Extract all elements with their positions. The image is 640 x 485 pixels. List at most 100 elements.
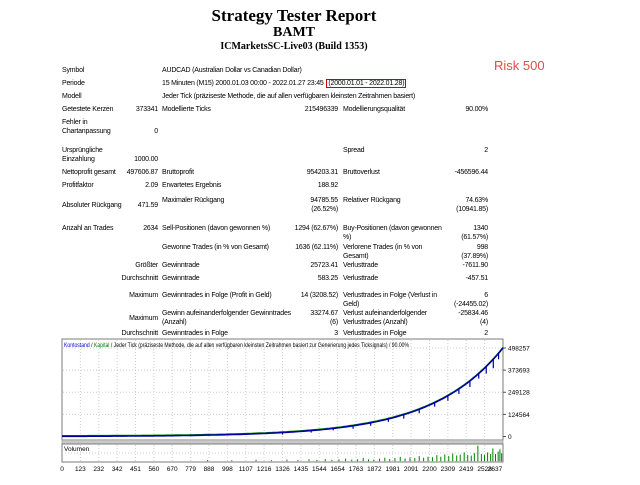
svg-text:232: 232 [93, 466, 104, 473]
svg-text:1981: 1981 [386, 466, 401, 473]
report-row: Ursprüngliche Einzahlung 1000.00 Spread … [62, 146, 488, 164]
cell-value: 2 [484, 147, 488, 154]
cell-label: Verlust aufeinanderfolgender Verlusttrad… [343, 310, 427, 326]
cell-label: Verlorene Trades (in % von Gesamt) [343, 244, 423, 260]
cell-label: Periode [62, 80, 85, 87]
cell-value: 583.25 [317, 275, 338, 282]
cell-value: 14 (3208.52) [300, 292, 338, 299]
cell-value: 1294 (62.67%) [294, 225, 339, 232]
report-row: Durchschnitt Gewinntrade 583.25 Verlustt… [62, 274, 488, 287]
report-row: Maximum Gewinn aufeinanderfolgender Gewi… [62, 309, 488, 327]
cell-value: 6 (-24455.02) [454, 292, 488, 308]
cell-value: 471.59 [137, 201, 158, 209]
svg-text:0: 0 [60, 466, 64, 473]
cell-value: 2634 [143, 225, 158, 232]
report-statistics-rows: Getestete Kerzen 373341 Modellierte Tick… [62, 105, 488, 342]
svg-text:998: 998 [222, 466, 233, 473]
svg-text:1326: 1326 [275, 466, 290, 473]
risk-note: Risk 500 [494, 58, 545, 73]
report-row-modell: Modell Jeder Tick (präziseste Methode, d… [62, 92, 488, 105]
ea-name: BAMT [273, 25, 315, 40]
cell-label: Gewinn aufeinanderfolgender Gewinntrades… [162, 310, 291, 326]
svg-text:560: 560 [148, 466, 159, 473]
cell-value: Maximum [129, 292, 158, 299]
svg-text:2419: 2419 [459, 466, 474, 473]
report-row: Größter Gewinntrade 25723.41 Verlusttrad… [62, 261, 488, 274]
cell-label: Verlusttrade [343, 262, 378, 269]
cell-value: 497606.87 [126, 169, 158, 176]
svg-text:888: 888 [204, 466, 215, 473]
report-row-periode: Periode 15 Minuten (M15) 2000.01.03 00:0… [62, 79, 488, 92]
server-info: ICMarketsSC-Live03 (Build 1353) [220, 41, 368, 52]
cell-label: Absoluter Rückgang [62, 201, 122, 209]
report-row: Absoluter Rückgang 471.59 Maximaler Rück… [62, 196, 488, 214]
cell-value: 998 (37.89%) [461, 244, 488, 260]
report-row-symbol: Symbol AUDCAD (Australian Dollar vs Cana… [62, 66, 488, 79]
report-row: Profitfaktor 2.09 Erwartetes Ergebnis 18… [62, 181, 488, 194]
report-header: Strategy Tester Report BAMT ICMarketsSC-… [0, 6, 588, 53]
cell-label: Spread [343, 147, 365, 154]
svg-text:1654: 1654 [330, 466, 345, 473]
period-highlight-box: (2000.01.01 - 2022.01.28) [326, 79, 407, 88]
svg-text:342: 342 [112, 466, 123, 473]
svg-text:1435: 1435 [294, 466, 309, 473]
cell-value: 215496339 [304, 106, 338, 113]
cell-value: Jeder Tick (präziseste Methode, die auf … [162, 93, 416, 100]
cell-value: -25834.46 (4) [458, 310, 488, 326]
cell-value: 0 [154, 128, 158, 135]
svg-text:2200: 2200 [422, 466, 437, 473]
svg-text:1544: 1544 [312, 466, 327, 473]
svg-text:2309: 2309 [441, 466, 456, 473]
svg-text:Volumen: Volumen [64, 446, 90, 453]
cell-value: 954203.31 [306, 169, 338, 176]
report-row: Fehler in Chartanpassung 0 [62, 118, 488, 136]
report-row: Getestete Kerzen 373341 Modellierte Tick… [62, 105, 488, 118]
balance-chart: 0 123 232 342 451 560 670 779 888 998 1107 1216 1326… [50, 335, 590, 480]
strategy-tester-report-page: { "header": { "title": "Strategy Tester … [0, 0, 640, 480]
svg-text:779: 779 [185, 466, 196, 473]
report-row: Nettoprofit gesamt 497606.87 Bruttoprofi… [62, 168, 488, 181]
cell-label: Gewinntrades in Folge (Profit in Geld) [162, 292, 272, 299]
cell-label: Profitfaktor [62, 182, 94, 189]
cell-value: 33274.67 (6) [310, 310, 338, 326]
cell-value: 74.63% (10941.85) [456, 197, 488, 213]
cell-value: Größter [135, 262, 158, 269]
report-row: Anzahl an Trades 2634 Sell-Positionen (d… [62, 224, 488, 242]
cell-label: Gewinntrade [162, 275, 200, 282]
cell-value: 373341 [135, 106, 158, 113]
cell-label: Bruttoverlust [343, 169, 380, 176]
cell-label: Relativer Rückgang [343, 197, 401, 204]
cell-value: 15 Minuten (M15) 2000.01.03 00:00 - 2022… [162, 80, 326, 87]
cell-label: Ursprüngliche Einzahlung [62, 147, 103, 163]
svg-text:Kontostand / Kapital / Jeder T: Kontostand / Kapital / Jeder Tick (präzi… [64, 343, 410, 349]
svg-text:2637: 2637 [488, 466, 503, 473]
cell-value: 1000.00 [134, 156, 158, 163]
cell-value: -7611.90 [462, 262, 488, 269]
cell-label: Erwartetes Ergebnis [162, 182, 222, 189]
cell-label: Verlusttrades in Folge (Verlust in Geld) [343, 292, 437, 308]
cell-value: 1636 (62.11%) [295, 244, 338, 251]
svg-text:123: 123 [75, 466, 86, 473]
svg-text:1763: 1763 [349, 466, 364, 473]
cell-label: Modell [62, 93, 82, 100]
svg-text:1107: 1107 [239, 466, 253, 473]
cell-label: Gewinntrade [162, 262, 200, 269]
cell-label: Bruttoprofit [162, 169, 194, 176]
svg-text:1216: 1216 [257, 466, 272, 473]
cell-value: 2.09 [145, 182, 158, 189]
svg-text:1872: 1872 [367, 466, 382, 473]
cell-value: AUDCAD (Australian Dollar vs Canadian Do… [162, 67, 302, 74]
cell-label: Modellierte Ticks [162, 106, 211, 113]
cell-value: 1340 (61.57%) [461, 225, 488, 241]
cell-value: 90.00% [465, 106, 488, 113]
report-table: Symbol AUDCAD (Australian Dollar vs Cana… [62, 62, 488, 342]
svg-text:498257: 498257 [508, 345, 530, 352]
cell-label: Nettoprofit gesamt [62, 169, 116, 176]
svg-text:451: 451 [130, 466, 141, 473]
cell-value: Maximum [129, 314, 158, 322]
cell-value: 94785.55 (26.52%) [310, 197, 338, 213]
cell-label: Maximaler Rückgang [162, 197, 225, 204]
cell-value: 25723.41 [310, 262, 338, 269]
cell-value: -456596.44 [454, 169, 489, 176]
cell-value: 188.92 [317, 182, 338, 189]
